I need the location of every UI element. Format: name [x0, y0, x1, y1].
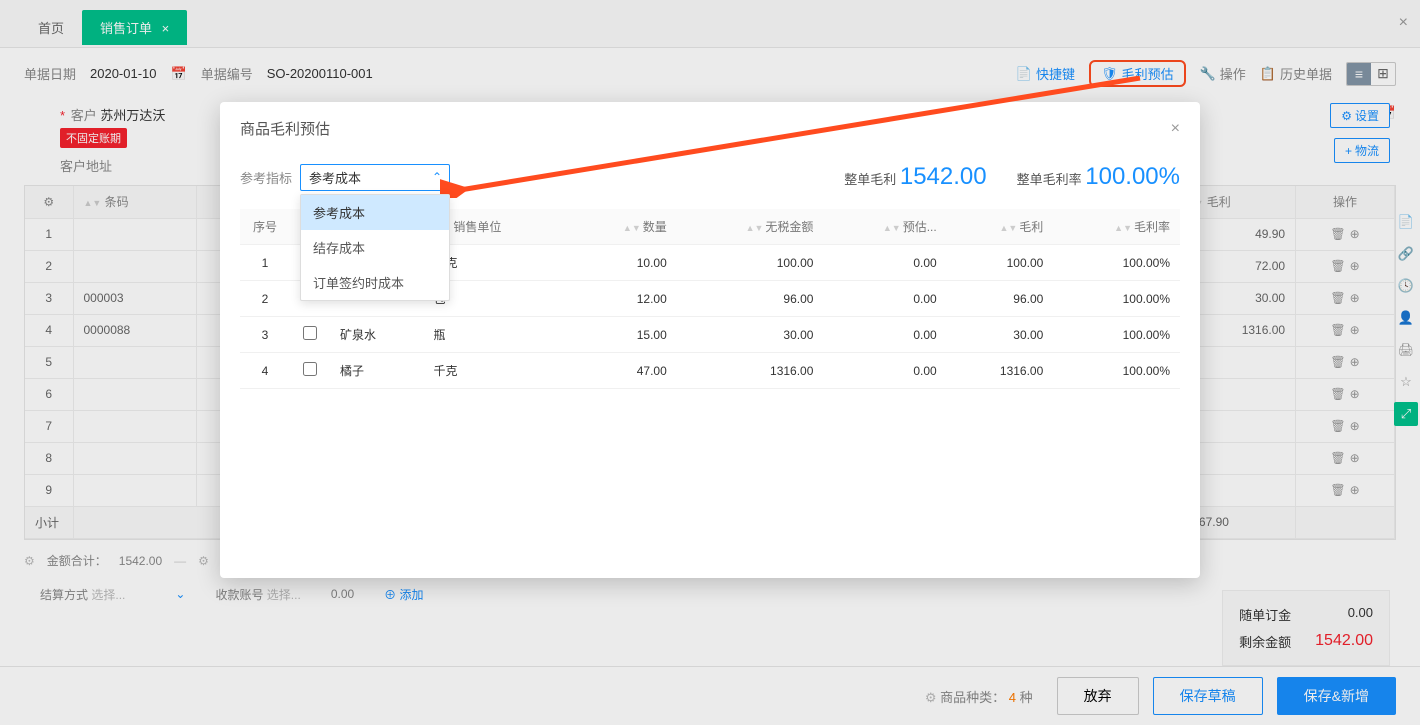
row-checkbox[interactable] — [303, 326, 317, 340]
modal-close-icon[interactable]: × — [1171, 120, 1180, 138]
mcol-profit[interactable]: ▲▼毛利 — [947, 209, 1054, 245]
total-profit-value: 1542.00 — [900, 163, 987, 190]
total-profit-label: 整单毛利 — [844, 172, 896, 187]
mcol-est[interactable]: ▲▼预估... — [823, 209, 946, 245]
row-checkbox[interactable] — [303, 362, 317, 376]
modal-title: 商品毛利预估 — [240, 118, 330, 139]
total-rate-label: 整单毛利率 — [1017, 172, 1082, 187]
modal-mask: 商品毛利预估 × 参考指标 ⌃ 参考成本结存成本订单签约时成本 整单毛利 154… — [0, 0, 1420, 725]
dropdown-option[interactable]: 结存成本 — [301, 230, 449, 265]
mcol-rate[interactable]: ▲▼毛利率 — [1053, 209, 1180, 245]
profit-row[interactable]: 3矿泉水瓶15.0030.000.0030.00100.00% — [240, 317, 1180, 353]
mcol-qty[interactable]: ▲▼数量 — [570, 209, 677, 245]
dropdown-option[interactable]: 参考成本 — [301, 195, 449, 230]
profit-row[interactable]: 4橘子千克47.001316.000.001316.00100.00% — [240, 353, 1180, 389]
dropdown-option[interactable]: 订单签约时成本 — [301, 265, 449, 300]
mcol-untaxed[interactable]: ▲▼无税金额 — [677, 209, 824, 245]
mcol-idx[interactable]: 序号 — [240, 209, 290, 245]
reference-dropdown: 参考成本结存成本订单签约时成本 — [300, 194, 450, 301]
filter-label: 参考指标 — [240, 168, 292, 187]
profit-modal: 商品毛利预估 × 参考指标 ⌃ 参考成本结存成本订单签约时成本 整单毛利 154… — [220, 102, 1200, 578]
reference-select-input[interactable] — [300, 164, 450, 191]
chevron-up-icon: ⌃ — [432, 170, 442, 184]
total-rate-value: 100.00% — [1085, 163, 1180, 190]
reference-select[interactable]: ⌃ 参考成本结存成本订单签约时成本 — [300, 164, 450, 191]
